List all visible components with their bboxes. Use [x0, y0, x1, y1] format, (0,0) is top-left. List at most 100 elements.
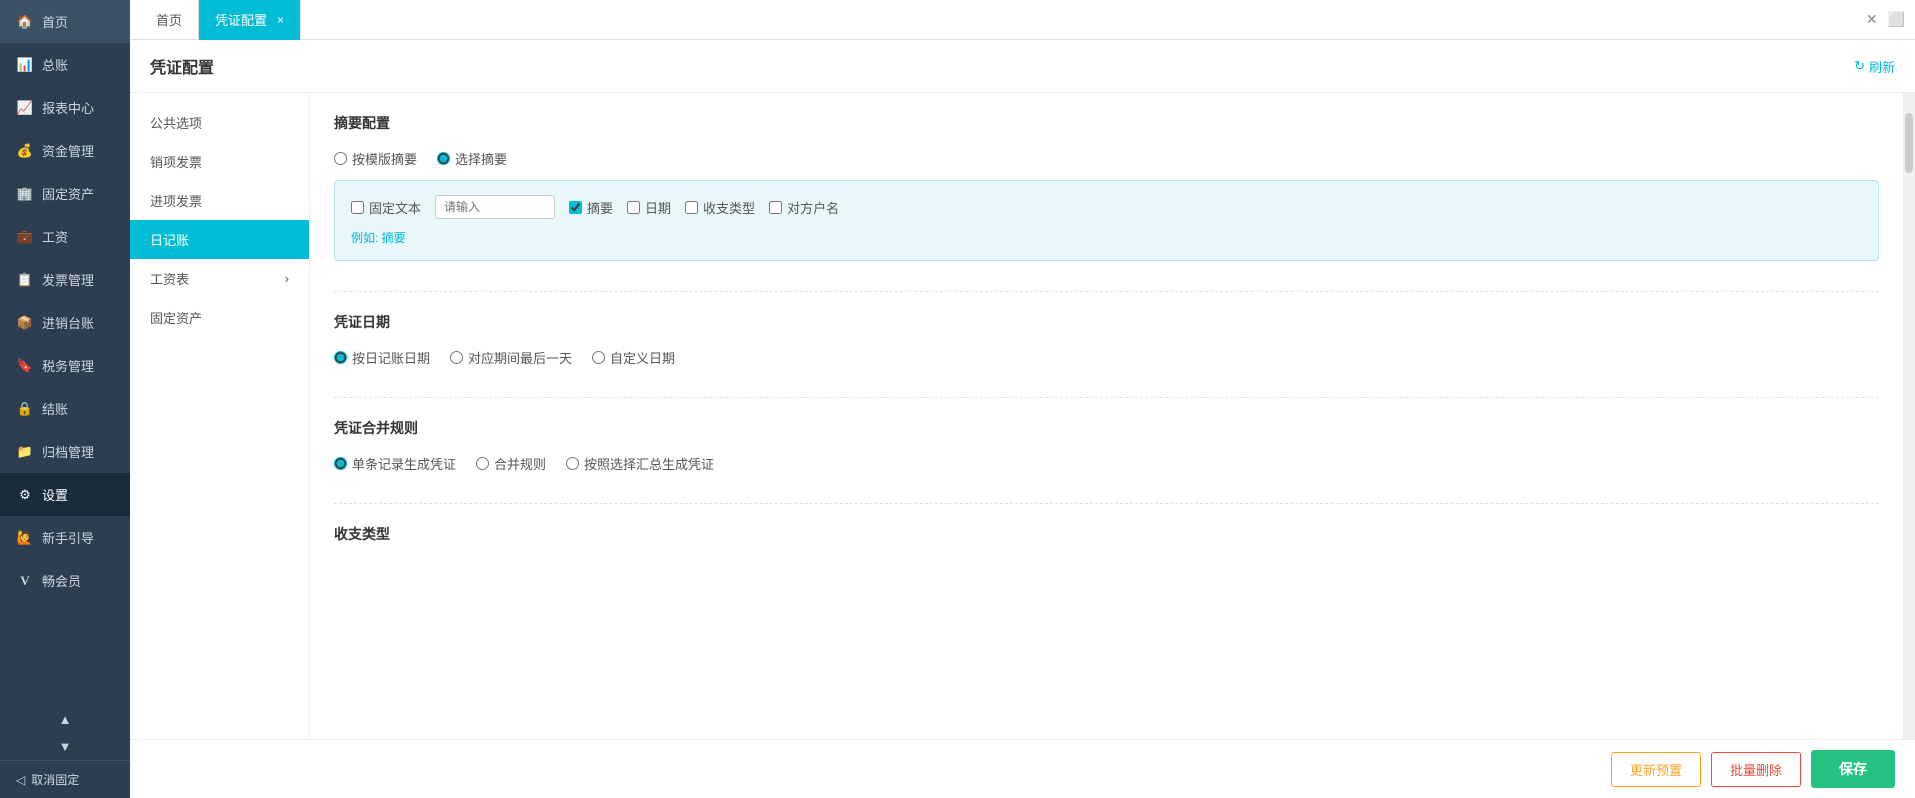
left-nav-purchase-invoice[interactable]: 进项发票: [130, 181, 309, 220]
sidebar-item-member[interactable]: V 畅会员: [0, 559, 130, 602]
summary-config-title: 摘要配置: [334, 113, 1879, 133]
sidebar-item-report[interactable]: 📈 报表中心: [0, 86, 130, 129]
left-nav-public[interactable]: 公共选项: [130, 103, 309, 142]
checkbox-counterpart[interactable]: 对方户名: [769, 198, 839, 217]
ledger-icon: 📊: [16, 56, 34, 74]
checkbox-abstract[interactable]: 摘要: [569, 198, 613, 217]
checkbox-counterpart-input[interactable]: [769, 201, 782, 214]
radio-journal-date[interactable]: 按日记账日期: [334, 348, 430, 367]
settings-icon: ⚙: [16, 486, 34, 504]
merge-rule-group: 单条记录生成凭证 合并规则 按照选择汇总生成凭证: [334, 454, 1879, 473]
tab-bar-actions: ✕ ⬜: [1866, 11, 1905, 28]
assets-icon: 🏢: [16, 185, 34, 203]
radio-select-summary[interactable]: 选择摘要: [437, 149, 507, 168]
batch-delete-button[interactable]: 批量删除: [1711, 752, 1801, 787]
radio-last-day-input[interactable]: [450, 351, 463, 364]
sidebar-item-archive[interactable]: 📁 归档管理: [0, 430, 130, 473]
summary-config-section: 摘要配置 按模版摘要 选择摘要 固定文本: [334, 113, 1879, 261]
radio-template-summary[interactable]: 按模版摘要: [334, 149, 417, 168]
voucher-date-section: 凭证日期 按日记账日期 对应期间最后一天 自定义日期: [334, 312, 1879, 367]
radio-custom-date-input[interactable]: [592, 351, 605, 364]
left-nav-fixed-assets[interactable]: 固定资产: [130, 298, 309, 337]
receipt-type-title: 收支类型: [334, 524, 1879, 544]
sidebar-item-home[interactable]: 🏠 首页: [0, 0, 130, 43]
divider-2: [334, 397, 1879, 398]
radio-select-summary-input[interactable]: [437, 152, 450, 165]
main-area: 首页 凭证配置 × ✕ ⬜ 凭证配置 ↻ 刷新 公共选项 销项发票 进项: [130, 0, 1915, 798]
summary-mode-group: 按模版摘要 选择摘要: [334, 149, 1879, 168]
refresh-button[interactable]: ↻ 刷新: [1854, 57, 1895, 76]
radio-single-input[interactable]: [334, 457, 347, 470]
sales-icon: 📦: [16, 314, 34, 332]
guide-icon: 🙋: [16, 529, 34, 547]
radio-journal-date-input[interactable]: [334, 351, 347, 364]
sidebar-item-fund[interactable]: 💰 资金管理: [0, 129, 130, 172]
checkbox-type-input[interactable]: [685, 201, 698, 214]
sidebar-item-ledger[interactable]: 📊 总账: [0, 43, 130, 86]
left-nav-payroll-table[interactable]: 工资表 ›: [130, 259, 309, 298]
sidebar-item-invoice[interactable]: 📋 发票管理: [0, 258, 130, 301]
page-title: 凭证配置: [150, 54, 214, 78]
fund-icon: 💰: [16, 142, 34, 160]
radio-single[interactable]: 单条记录生成凭证: [334, 454, 456, 473]
left-nav-sales-invoice[interactable]: 销项发票: [130, 142, 309, 181]
update-preview-button[interactable]: 更新预置: [1611, 752, 1701, 787]
sidebar-item-settings[interactable]: ⚙ 设置: [0, 473, 130, 516]
fixed-text-input[interactable]: [435, 195, 555, 219]
pin-icon: ◁: [16, 773, 25, 787]
invoice-icon: 📋: [16, 271, 34, 289]
sidebar-scroll-up[interactable]: ▲: [0, 706, 130, 733]
unpin-button[interactable]: ◁ 取消固定: [0, 760, 130, 798]
scrollbar-thumb[interactable]: [1905, 113, 1913, 173]
sidebar-item-close[interactable]: 🔒 结账: [0, 387, 130, 430]
window-minimize-icon[interactable]: ✕: [1866, 11, 1878, 28]
checkbox-fixed-text-input[interactable]: [351, 201, 364, 214]
summary-example: 例如: 摘要: [351, 229, 1862, 246]
checkbox-type[interactable]: 收支类型: [685, 198, 755, 217]
bottom-bar: 更新预置 批量删除 保存: [130, 739, 1915, 798]
checkbox-fixed-text[interactable]: 固定文本: [351, 198, 421, 217]
window-restore-icon[interactable]: ⬜: [1888, 11, 1905, 28]
voucher-date-group: 按日记账日期 对应期间最后一天 自定义日期: [334, 348, 1879, 367]
tab-close-button[interactable]: ×: [277, 13, 284, 27]
member-icon: V: [16, 572, 34, 590]
refresh-icon: ↻: [1854, 58, 1865, 74]
sidebar-item-guide[interactable]: 🙋 新手引导: [0, 516, 130, 559]
divider-3: [334, 503, 1879, 504]
voucher-date-title: 凭证日期: [334, 312, 1879, 332]
checkbox-abstract-input[interactable]: [569, 201, 582, 214]
merge-rule-title: 凭证合并规则: [334, 418, 1879, 438]
tab-voucher-config[interactable]: 凭证配置 ×: [199, 0, 301, 40]
scrollbar-track[interactable]: [1903, 93, 1915, 739]
radio-template-summary-input[interactable]: [334, 152, 347, 165]
home-icon: 🏠: [16, 13, 34, 31]
archive-icon: 📁: [16, 443, 34, 461]
summary-config-box: 固定文本 摘要 日期 收支类型: [334, 180, 1879, 261]
receipt-type-section: 收支类型: [334, 524, 1879, 544]
radio-merge-input[interactable]: [476, 457, 489, 470]
report-icon: 📈: [16, 99, 34, 117]
radio-aggregate-input[interactable]: [566, 457, 579, 470]
left-nav: 公共选项 销项发票 进项发票 日记账 工资表 › 固定资产: [130, 93, 310, 739]
save-button[interactable]: 保存: [1811, 750, 1895, 788]
sidebar-item-assets[interactable]: 🏢 固定资产: [0, 172, 130, 215]
sidebar-item-sales[interactable]: 📦 进销台账: [0, 301, 130, 344]
tax-icon: 🔖: [16, 357, 34, 375]
checkbox-date-input[interactable]: [627, 201, 640, 214]
radio-custom-date[interactable]: 自定义日期: [592, 348, 675, 367]
tab-home[interactable]: 首页: [140, 0, 199, 40]
checkbox-date[interactable]: 日期: [627, 198, 671, 217]
right-panel: 摘要配置 按模版摘要 选择摘要 固定文本: [310, 93, 1903, 739]
payroll-icon: 💼: [16, 228, 34, 246]
radio-aggregate[interactable]: 按照选择汇总生成凭证: [566, 454, 714, 473]
radio-last-day[interactable]: 对应期间最后一天: [450, 348, 572, 367]
sidebar: 🏠 首页 📊 总账 📈 报表中心 💰 资金管理 🏢 固定资产 💼 工资 📋 发票…: [0, 0, 130, 798]
left-nav-journal[interactable]: 日记账: [130, 220, 309, 259]
summary-checkboxes: 固定文本 摘要 日期 收支类型: [351, 195, 1862, 219]
chevron-right-icon: ›: [285, 271, 289, 286]
sidebar-scroll-down[interactable]: ▼: [0, 733, 130, 760]
radio-merge[interactable]: 合并规则: [476, 454, 546, 473]
sidebar-item-payroll[interactable]: 💼 工资: [0, 215, 130, 258]
sidebar-item-tax[interactable]: 🔖 税务管理: [0, 344, 130, 387]
close-ledger-icon: 🔒: [16, 400, 34, 418]
